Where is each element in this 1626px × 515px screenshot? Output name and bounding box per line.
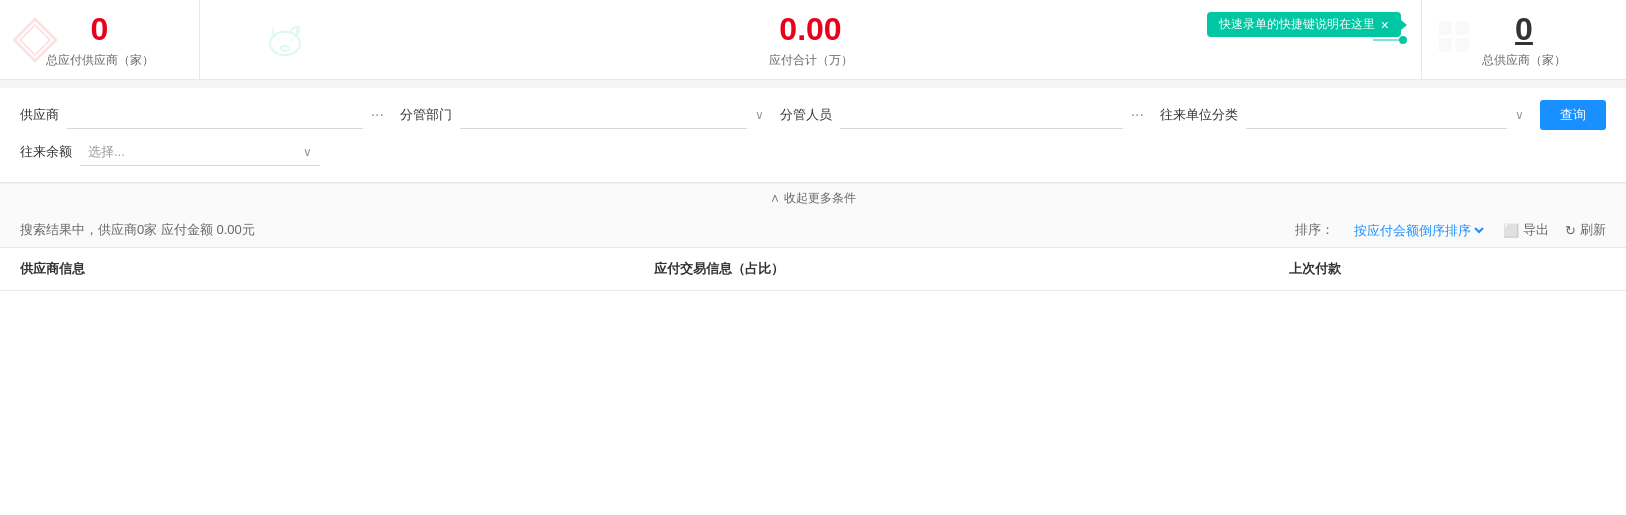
department-arrow[interactable]: ∨ [755,108,764,122]
table-header: 供应商信息 应付交易信息（占比） 上次付款 [0,248,1626,291]
svg-rect-8 [1439,38,1452,51]
collapse-bar[interactable]: ∧ 收起更多条件 [0,183,1626,213]
tooltip-close-button[interactable]: × [1381,18,1389,32]
manager-input[interactable] [840,101,1123,129]
supplier-input[interactable] [67,101,363,129]
filter-balance: 往来余额 选择... ∨ [20,138,320,166]
filter-section: 供应商 ··· 分管部门 ∨ 分管人员 ··· 往来单位分类 ∨ 查询 往来余额 [0,88,1626,183]
manager-label: 分管人员 [780,106,832,124]
sort-label: 排序： [1295,221,1334,239]
svg-point-3 [277,38,280,41]
table: 供应商信息 应付交易信息（占比） 上次付款 [0,248,1626,515]
svg-rect-6 [1439,21,1452,34]
export-icon: ⬜ [1503,223,1519,238]
export-label: 导出 [1523,221,1549,239]
svg-rect-9 [1455,38,1468,51]
filter-row-1: 供应商 ··· 分管部门 ∨ 分管人员 ··· 往来单位分类 ∨ 查询 [20,100,1606,130]
grid-bg-icon [1432,15,1482,65]
refresh-icon: ↻ [1565,223,1576,238]
col-supplier-header: 供应商信息 [20,260,654,278]
refresh-label: 刷新 [1580,221,1606,239]
filter-manager: 分管人员 ··· [780,101,1144,129]
department-input[interactable] [460,101,747,129]
svg-point-5 [281,45,289,50]
results-summary: 搜索结果中，供应商0家 应付金额 0.00元 [20,221,255,239]
supplier-label: 供应商 [20,106,59,124]
collapse-text: ∧ 收起更多条件 [770,191,855,205]
export-button[interactable]: ⬜ 导出 [1503,221,1549,239]
unit-class-arrow[interactable]: ∨ [1515,108,1524,122]
payable-suppliers-number: 0 [91,10,109,48]
balance-select[interactable]: 选择... [80,138,320,166]
stat-total-suppliers: 0 总供应商（家） [1422,0,1626,79]
unit-class-label: 往来单位分类 [1160,106,1238,124]
supplier-dots-button[interactable]: ··· [371,106,384,124]
refresh-button[interactable]: ↻ 刷新 [1565,221,1606,239]
unit-class-input[interactable] [1246,101,1507,129]
tooltip-dot [1399,36,1407,44]
sort-select[interactable]: 按应付会额倒序排序 [1350,222,1487,239]
filter-department: 分管部门 ∨ [400,101,764,129]
svg-rect-7 [1455,21,1468,34]
total-suppliers-label: 总供应商（家） [1482,52,1566,69]
table-body [0,291,1626,515]
stat-payable-suppliers: 0 总应付供应商（家） [0,0,200,79]
total-suppliers-number: 0 [1515,10,1533,48]
svg-point-4 [290,38,293,41]
query-button[interactable]: 查询 [1540,100,1606,130]
filter-unit-class: 往来单位分类 ∨ [1160,101,1524,129]
payable-total-label: 应付合计（万） [769,52,853,69]
tooltip-bubble: 快速录单的快捷键说明在这里 × [1207,12,1401,37]
payable-suppliers-label: 总应付供应商（家） [46,52,154,69]
filter-row-2: 往来余额 选择... ∨ [20,138,320,166]
filter-supplier: 供应商 ··· [20,101,384,129]
col-transaction-header: 应付交易信息（占比） [654,260,1288,278]
payable-total-number: 0.00 [779,10,841,48]
stat-payable-total: 0.00 应付合计（万） 快速录单的快捷键说明在这里 × [200,0,1422,79]
tooltip-text: 快速录单的快捷键说明在这里 [1219,16,1375,33]
balance-label: 往来余额 [20,143,72,161]
pig-bg-icon [260,15,310,65]
manager-dots-button[interactable]: ··· [1131,106,1144,124]
stats-bar: 0 总应付供应商（家） 0.00 应付合计（万） 快速录单的快捷键说明在这里 × [0,0,1626,80]
department-label: 分管部门 [400,106,452,124]
results-actions: 排序： 按应付会额倒序排序 ⬜ 导出 ↻ 刷新 [1295,221,1606,239]
results-bar: 搜索结果中，供应商0家 应付金额 0.00元 排序： 按应付会额倒序排序 ⬜ 导… [0,213,1626,248]
col-payment-header: 上次付款 [1289,260,1606,278]
